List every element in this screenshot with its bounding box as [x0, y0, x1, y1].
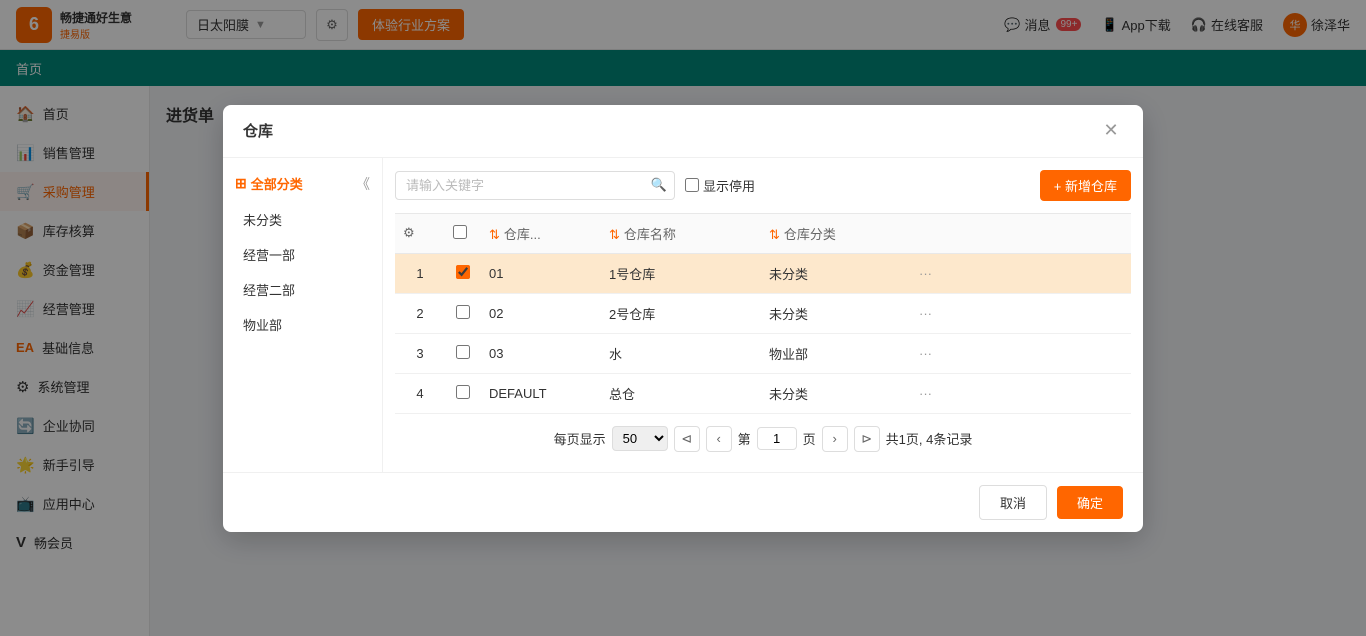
- search-icon[interactable]: 🔍: [651, 177, 667, 193]
- dialog-footer: 取消 确定: [223, 472, 1143, 532]
- table-row[interactable]: 2 02 2号仓库 未分类 ···: [395, 293, 1131, 333]
- row-name: 1号仓库: [601, 253, 761, 293]
- row-code: DEFAULT: [481, 373, 601, 413]
- row-more[interactable]: ···: [911, 293, 1131, 333]
- row-checkbox[interactable]: [445, 293, 481, 333]
- all-categories-label[interactable]: ⊞ 全部分类: [235, 174, 303, 193]
- row-select-checkbox[interactable]: [456, 305, 470, 319]
- modal-overlay: 仓库 ✕ ⊞ 全部分类 《 未分类 经营一部 经营二部 物业部: [0, 0, 1366, 636]
- table-toolbar: 🔍 显示停用 + 新增仓库: [395, 170, 1131, 201]
- cat-item-dept2[interactable]: 经营二部: [223, 272, 382, 307]
- select-all-checkbox[interactable]: [453, 225, 467, 239]
- dialog-title: 仓库: [243, 120, 273, 141]
- row-code: 02: [481, 293, 601, 333]
- collapse-icon[interactable]: 《: [356, 174, 370, 194]
- row-name: 2号仓库: [601, 293, 761, 333]
- row-seq: 1: [395, 253, 445, 293]
- table-row[interactable]: 4 DEFAULT 总仓 未分类 ···: [395, 373, 1131, 413]
- cat-item-property[interactable]: 物业部: [223, 307, 382, 342]
- first-page-btn[interactable]: ⊲: [674, 426, 700, 452]
- settings-icon[interactable]: ⚙: [403, 225, 415, 240]
- row-category: 未分类: [761, 293, 911, 333]
- dialog-header: 仓库 ✕: [223, 105, 1143, 158]
- th-category: ⇅仓库分类: [761, 213, 911, 253]
- last-page-btn[interactable]: ⊳: [854, 426, 880, 452]
- row-seq: 2: [395, 293, 445, 333]
- row-seq: 4: [395, 373, 445, 413]
- search-input[interactable]: [395, 171, 675, 200]
- page-input[interactable]: [757, 427, 797, 450]
- per-page-label: 每页显示: [554, 429, 606, 448]
- total-info: 共1页, 4条记录: [886, 429, 973, 448]
- dialog-body: ⊞ 全部分类 《 未分类 经营一部 经营二部 物业部 🔍: [223, 158, 1143, 472]
- row-name: 总仓: [601, 373, 761, 413]
- close-icon[interactable]: ✕: [1099, 119, 1123, 143]
- row-checkbox[interactable]: [445, 253, 481, 293]
- warehouse-table: ⚙ ⇅仓库... ⇅仓库名称: [395, 213, 1131, 414]
- page-label: 第: [738, 429, 751, 448]
- row-more[interactable]: ···: [911, 333, 1131, 373]
- table-row[interactable]: 1 01 1号仓库 未分类 ···: [395, 253, 1131, 293]
- prev-page-btn[interactable]: ‹: [706, 426, 732, 452]
- th-code: ⇅仓库...: [481, 213, 601, 253]
- row-category: 未分类: [761, 373, 911, 413]
- row-select-checkbox[interactable]: [456, 345, 470, 359]
- row-more[interactable]: ···: [911, 253, 1131, 293]
- row-category: 物业部: [761, 333, 911, 373]
- th-settings: ⚙: [395, 213, 445, 253]
- show-disabled-label[interactable]: 显示停用: [685, 176, 755, 195]
- row-select-checkbox[interactable]: [456, 265, 470, 279]
- cat-item-dept1[interactable]: 经营一部: [223, 237, 382, 272]
- th-actions: [911, 213, 1131, 253]
- search-input-wrap: 🔍: [395, 171, 675, 200]
- next-page-btn[interactable]: ›: [822, 426, 848, 452]
- row-name: 水: [601, 333, 761, 373]
- row-code: 03: [481, 333, 601, 373]
- row-checkbox[interactable]: [445, 373, 481, 413]
- category-sidebar: ⊞ 全部分类 《 未分类 经营一部 经营二部 物业部: [223, 158, 383, 472]
- grid-icon: ⊞: [235, 175, 247, 192]
- row-code: 01: [481, 253, 601, 293]
- th-name: ⇅仓库名称: [601, 213, 761, 253]
- table-container: ⚙ ⇅仓库... ⇅仓库名称: [395, 213, 1131, 414]
- add-warehouse-button[interactable]: + 新增仓库: [1040, 170, 1131, 201]
- row-category: 未分类: [761, 253, 911, 293]
- th-check: [445, 213, 481, 253]
- row-more[interactable]: ···: [911, 373, 1131, 413]
- table-area: 🔍 显示停用 + 新增仓库 ⚙: [383, 158, 1143, 472]
- page-suffix: 页: [803, 429, 816, 448]
- row-select-checkbox[interactable]: [456, 385, 470, 399]
- table-row[interactable]: 3 03 水 物业部 ···: [395, 333, 1131, 373]
- category-header: ⊞ 全部分类 《: [223, 166, 382, 202]
- confirm-button[interactable]: 确定: [1057, 486, 1123, 519]
- pagination: 每页显示 50 10 20 100 ⊲ ‹ 第 页 › ⊳ 共1页, 4条记录: [395, 414, 1131, 460]
- warehouse-dialog: 仓库 ✕ ⊞ 全部分类 《 未分类 经营一部 经营二部 物业部: [223, 105, 1143, 532]
- row-checkbox[interactable]: [445, 333, 481, 373]
- show-disabled-checkbox[interactable]: [685, 178, 699, 192]
- row-seq: 3: [395, 333, 445, 373]
- cat-item-unclassified[interactable]: 未分类: [223, 202, 382, 237]
- cancel-button[interactable]: 取消: [979, 485, 1047, 520]
- per-page-select[interactable]: 50 10 20 100: [612, 426, 668, 451]
